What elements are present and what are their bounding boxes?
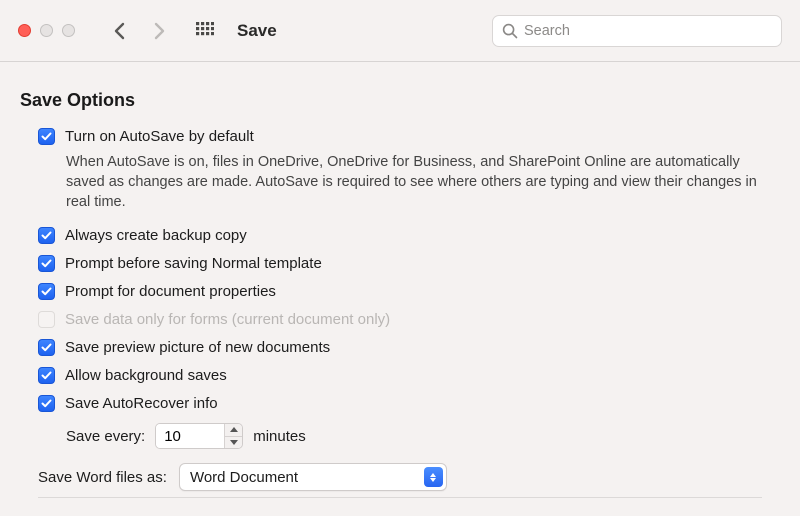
autosave-row: Turn on AutoSave by default xyxy=(38,127,780,146)
forms-only-row: Save data only for forms (current docume… xyxy=(38,310,780,329)
content-pane: Save Options Turn on AutoSave by default… xyxy=(0,62,800,516)
normal-template-label: Prompt before saving Normal template xyxy=(65,254,322,273)
window-title: Save xyxy=(237,21,277,41)
checkmark-icon xyxy=(41,258,52,269)
back-button[interactable] xyxy=(105,17,133,45)
caret-down-icon xyxy=(230,440,238,445)
popup-arrows-icon xyxy=(424,467,443,487)
interval-stepper xyxy=(224,424,242,448)
checkmark-icon xyxy=(41,370,52,381)
interval-field[interactable] xyxy=(155,423,243,449)
normal-template-row: Prompt before saving Normal template xyxy=(38,254,780,273)
autosave-checkbox[interactable] xyxy=(38,128,55,145)
divider xyxy=(38,497,762,498)
save-as-row: Save Word files as: Word Document xyxy=(38,463,780,491)
save-every-label: Save every: xyxy=(66,428,145,445)
save-as-value: Word Document xyxy=(190,469,298,486)
autosave-label: Turn on AutoSave by default xyxy=(65,127,254,146)
toolbar: Save xyxy=(0,0,800,62)
save-as-label: Save Word files as: xyxy=(38,469,167,486)
search-icon xyxy=(502,23,518,39)
background-saves-row: Allow background saves xyxy=(38,366,780,385)
doc-properties-row: Prompt for document properties xyxy=(38,282,780,301)
autosave-description: When AutoSave is on, files in OneDrive, … xyxy=(66,152,762,212)
zoom-button[interactable] xyxy=(62,24,75,37)
forms-only-checkbox xyxy=(38,311,55,328)
preview-picture-row: Save preview picture of new documents xyxy=(38,338,780,357)
forward-button[interactable] xyxy=(145,17,173,45)
grid-icon xyxy=(196,22,214,40)
show-all-button[interactable] xyxy=(191,17,219,45)
autorecover-row: Save AutoRecover info xyxy=(38,394,780,413)
stepper-down[interactable] xyxy=(225,437,242,449)
minimize-button[interactable] xyxy=(40,24,53,37)
close-button[interactable] xyxy=(18,24,31,37)
checkmark-icon xyxy=(41,398,52,409)
autorecover-checkbox[interactable] xyxy=(38,395,55,412)
interval-input[interactable] xyxy=(156,424,224,448)
window-controls xyxy=(18,24,75,37)
stepper-up[interactable] xyxy=(225,424,242,437)
interval-unit: minutes xyxy=(253,428,306,445)
preview-picture-checkbox[interactable] xyxy=(38,339,55,356)
forms-only-label: Save data only for forms (current docume… xyxy=(65,310,390,329)
backup-checkbox[interactable] xyxy=(38,227,55,244)
section-title: Save Options xyxy=(20,90,780,111)
background-saves-checkbox[interactable] xyxy=(38,367,55,384)
search-input[interactable] xyxy=(524,23,772,39)
chevron-left-icon xyxy=(114,22,125,40)
backup-label: Always create backup copy xyxy=(65,226,247,245)
checkmark-icon xyxy=(41,286,52,297)
autorecover-interval-row: Save every: minutes xyxy=(66,423,780,449)
background-saves-label: Allow background saves xyxy=(65,366,227,385)
doc-properties-checkbox[interactable] xyxy=(38,283,55,300)
checkmark-icon xyxy=(41,131,52,142)
autorecover-label: Save AutoRecover info xyxy=(65,394,218,413)
doc-properties-label: Prompt for document properties xyxy=(65,282,276,301)
checkmark-icon xyxy=(41,342,52,353)
caret-up-icon xyxy=(230,427,238,432)
search-field[interactable] xyxy=(492,15,782,47)
normal-template-checkbox[interactable] xyxy=(38,255,55,272)
chevron-right-icon xyxy=(154,22,165,40)
checkmark-icon xyxy=(41,230,52,241)
save-as-popup[interactable]: Word Document xyxy=(179,463,447,491)
backup-row: Always create backup copy xyxy=(38,226,780,245)
preview-picture-label: Save preview picture of new documents xyxy=(65,338,330,357)
